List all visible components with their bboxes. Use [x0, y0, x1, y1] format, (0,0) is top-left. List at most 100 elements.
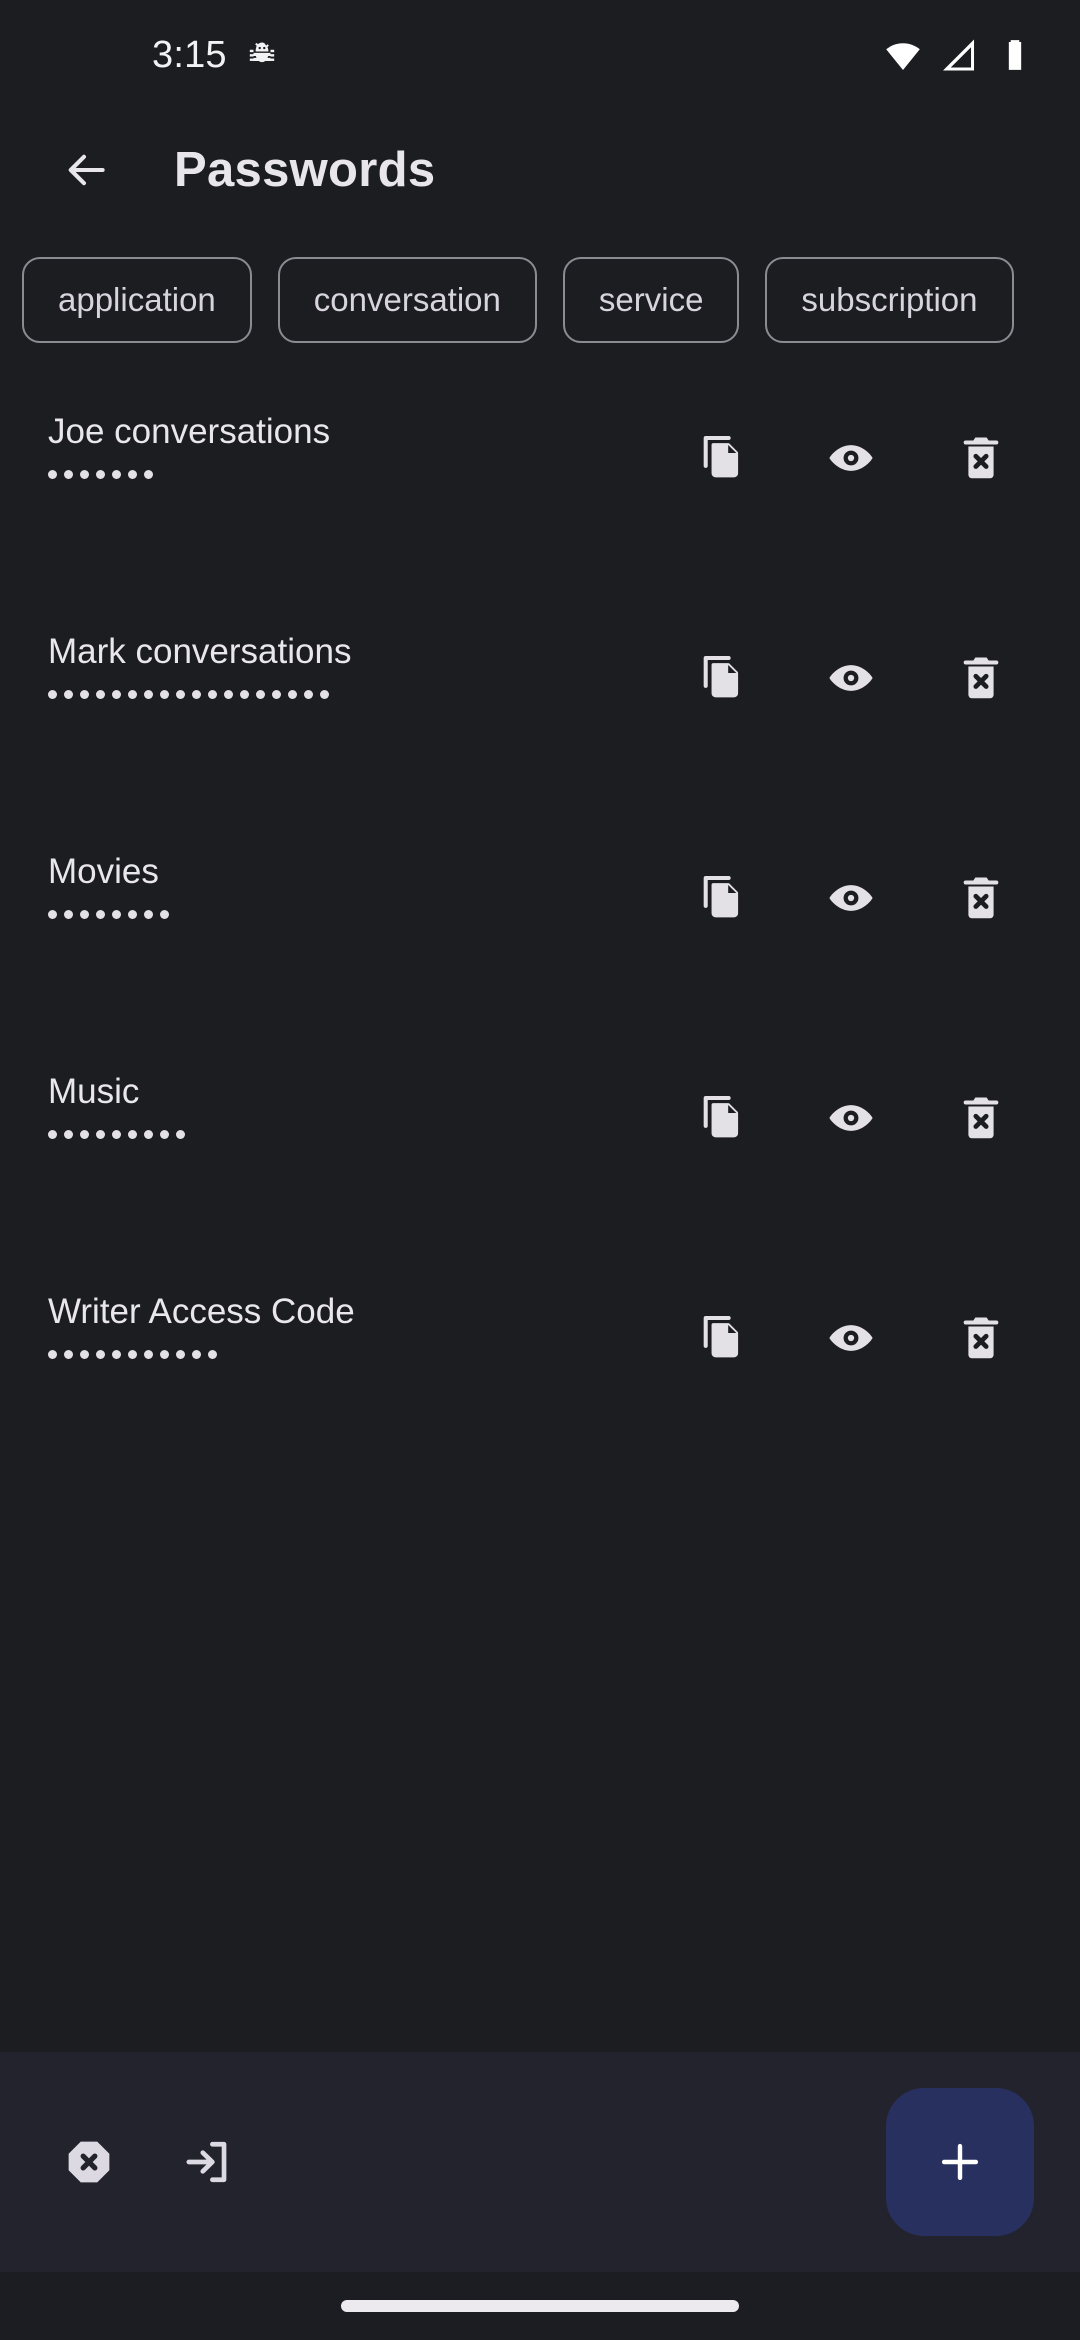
- copy-icon: [694, 431, 748, 485]
- add-password-fab[interactable]: [886, 2088, 1034, 2236]
- password-dot: [64, 469, 73, 479]
- home-gesture-pill[interactable]: [341, 2300, 739, 2312]
- masked-password: [48, 686, 656, 702]
- password-dot: [128, 1349, 137, 1359]
- password-entry-title: Writer Access Code: [48, 1292, 355, 1331]
- cancel-button[interactable]: [48, 2121, 130, 2203]
- password-dot: [160, 909, 169, 919]
- eye-icon: [824, 431, 878, 485]
- reveal-button[interactable]: [786, 848, 916, 948]
- password-dot: [64, 1129, 73, 1139]
- password-dot: [48, 689, 57, 699]
- table-row[interactable]: Movies: [0, 820, 1080, 1040]
- system-navigation-bar: [0, 2272, 1080, 2340]
- filter-chip-subscription[interactable]: subscription: [765, 257, 1014, 343]
- table-row[interactable]: Joe conversations: [0, 380, 1080, 600]
- plus-icon: [932, 2134, 988, 2190]
- password-dot: [48, 1349, 57, 1359]
- password-entry-text: Music: [48, 1040, 656, 1142]
- password-entry-title: Mark conversations: [48, 632, 352, 671]
- password-dot: [80, 689, 89, 699]
- arrow-back-icon: [61, 144, 113, 196]
- password-dot: [48, 469, 57, 479]
- status-bar: 3:15: [0, 0, 1080, 110]
- page-title: Passwords: [174, 143, 436, 197]
- password-entry-title: Joe conversations: [48, 412, 331, 451]
- password-dot: [128, 689, 137, 699]
- password-dot: [176, 1129, 185, 1139]
- password-dot: [96, 469, 105, 479]
- filter-chip-conversation[interactable]: conversation: [277, 257, 537, 343]
- delete-button[interactable]: [916, 1288, 1046, 1388]
- copy-button[interactable]: [656, 1068, 786, 1168]
- delete-button[interactable]: [916, 1068, 1046, 1168]
- password-dot: [176, 689, 185, 699]
- password-dot: [192, 1349, 201, 1359]
- password-dot: [96, 1129, 105, 1139]
- password-dot: [160, 689, 169, 699]
- eye-icon: [824, 1091, 878, 1145]
- table-row[interactable]: Music: [0, 1040, 1080, 1260]
- password-entry-title: Movies: [48, 852, 159, 891]
- delete-icon: [954, 431, 1008, 485]
- status-bar-right: [884, 36, 1034, 74]
- password-dot: [208, 1349, 217, 1359]
- delete-button[interactable]: [916, 848, 1046, 948]
- password-dot: [256, 689, 265, 699]
- password-dot: [176, 1349, 185, 1359]
- filter-chip-application[interactable]: application: [22, 257, 252, 343]
- password-dot: [320, 689, 329, 699]
- password-dot: [48, 1129, 57, 1139]
- password-dot: [112, 689, 121, 699]
- delete-button[interactable]: [916, 408, 1046, 508]
- reveal-button[interactable]: [786, 1288, 916, 1388]
- filter-chip-row[interactable]: application conversation service subscri…: [0, 230, 1080, 370]
- password-entry-text: Mark conversations: [48, 600, 656, 702]
- password-dot: [208, 689, 217, 699]
- delete-icon: [954, 1311, 1008, 1365]
- table-row[interactable]: Mark conversations: [0, 600, 1080, 820]
- status-bar-left: 3:15: [152, 36, 279, 74]
- copy-icon: [694, 1311, 748, 1365]
- back-button[interactable]: [48, 131, 126, 209]
- reveal-button[interactable]: [786, 628, 916, 728]
- password-dot: [96, 1349, 105, 1359]
- password-entry-text: Writer Access Code: [48, 1260, 656, 1362]
- password-dot: [64, 689, 73, 699]
- password-dot: [112, 1349, 121, 1359]
- password-dot: [144, 1129, 153, 1139]
- login-button[interactable]: [166, 2121, 248, 2203]
- password-dot: [80, 909, 89, 919]
- filter-chip-service[interactable]: service: [562, 257, 740, 343]
- password-dot: [144, 1349, 153, 1359]
- reveal-button[interactable]: [786, 408, 916, 508]
- password-dot: [64, 1349, 73, 1359]
- masked-password: [48, 906, 656, 922]
- eye-icon: [824, 1311, 878, 1365]
- delete-icon: [954, 651, 1008, 705]
- password-dot: [112, 909, 121, 919]
- copy-button[interactable]: [656, 628, 786, 728]
- password-list: Joe conversations Mark conversations Mov…: [0, 370, 1080, 2052]
- password-dot: [272, 689, 281, 699]
- bottom-app-bar: [0, 2052, 1080, 2272]
- password-dot: [128, 909, 137, 919]
- delete-button[interactable]: [916, 628, 1046, 728]
- table-row[interactable]: Writer Access Code: [0, 1260, 1080, 1480]
- wifi-icon: [884, 36, 922, 74]
- copy-button[interactable]: [656, 848, 786, 948]
- copy-icon: [694, 651, 748, 705]
- eye-icon: [824, 651, 878, 705]
- password-entry-title: Music: [48, 1072, 140, 1111]
- login-icon: [179, 2134, 235, 2190]
- bug-icon: [245, 38, 279, 72]
- copy-icon: [694, 1091, 748, 1145]
- password-dot: [64, 909, 73, 919]
- copy-button[interactable]: [656, 1288, 786, 1388]
- reveal-button[interactable]: [786, 1068, 916, 1168]
- delete-icon: [954, 1091, 1008, 1145]
- password-dot: [128, 1129, 137, 1139]
- copy-button[interactable]: [656, 408, 786, 508]
- password-entry-actions: [656, 1260, 1080, 1388]
- copy-icon: [694, 871, 748, 925]
